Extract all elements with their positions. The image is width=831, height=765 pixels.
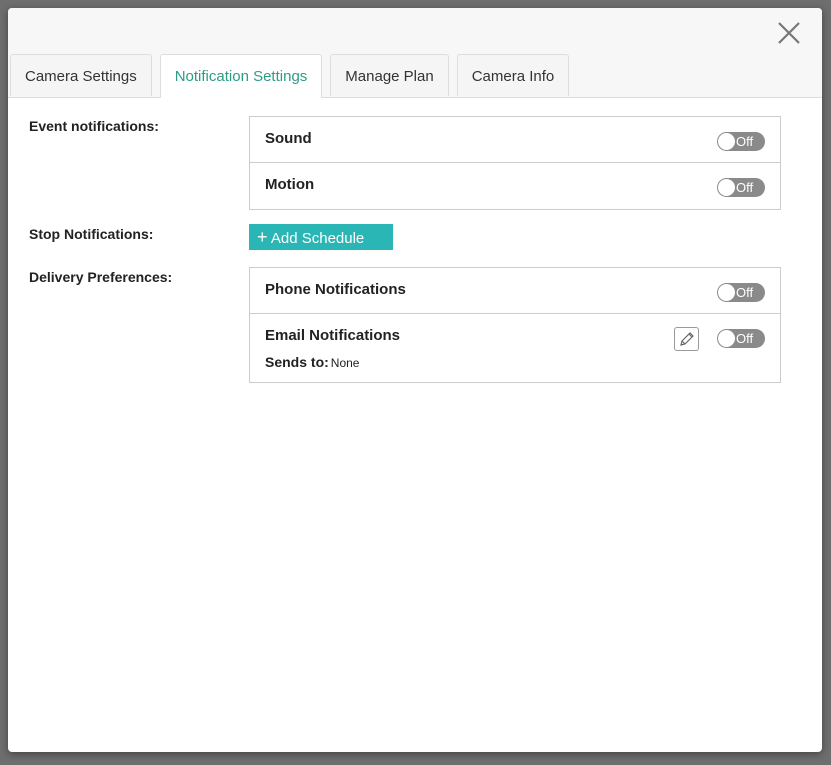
sends-to: Sends to: None <box>265 354 359 370</box>
tab-notification-settings[interactable]: Notification Settings <box>159 54 323 98</box>
sends-to-value: None <box>330 356 360 370</box>
toggle-state: Off <box>736 331 754 346</box>
sound-toggle[interactable]: Off <box>717 132 765 151</box>
tab-camera-info[interactable]: Camera Info <box>456 54 570 96</box>
delivery-preferences-label: Delivery Preferences: <box>29 269 173 285</box>
pencil-icon[interactable] <box>674 327 699 351</box>
add-schedule-label: Add Schedule <box>270 230 365 247</box>
motion-label: Motion <box>265 176 315 193</box>
motion-toggle[interactable]: Off <box>717 178 765 197</box>
phone-toggle[interactable]: Off <box>717 283 765 302</box>
toggle-state: Off <box>736 134 754 149</box>
tab-manage-plan[interactable]: Manage Plan <box>330 54 449 96</box>
phone-label: Phone Notifications <box>265 281 406 298</box>
motion-row: Motion Off <box>250 163 780 209</box>
event-notifications-panel: Sound Off Motion Off <box>249 116 781 210</box>
email-row: Email Notifications Off Sends to: None <box>250 314 780 382</box>
toggle-state: Off <box>736 285 754 300</box>
email-label: Email Notifications <box>265 327 401 344</box>
delivery-panel: Phone Notifications Off Email Notificati… <box>249 267 781 383</box>
sound-row: Sound Off <box>250 117 780 163</box>
sends-to-label: Sends to: <box>265 354 329 370</box>
sound-label: Sound <box>265 130 312 147</box>
event-notifications-label: Event notifications: <box>29 118 159 134</box>
dialog-header: Camera Settings Notification Settings Ma… <box>8 8 822 98</box>
tab-camera-settings[interactable]: Camera Settings <box>10 54 152 96</box>
close-icon[interactable] <box>776 20 802 46</box>
plus-icon: + <box>257 227 268 247</box>
phone-row: Phone Notifications Off <box>250 268 780 314</box>
email-toggle[interactable]: Off <box>717 329 765 348</box>
add-schedule-button[interactable]: + Add Schedule <box>249 224 393 250</box>
toggle-state: Off <box>736 180 754 195</box>
stop-notifications-label: Stop Notifications: <box>29 226 154 242</box>
tab-bar: Camera Settings Notification Settings Ma… <box>10 54 570 98</box>
notification-settings-dialog: Camera Settings Notification Settings Ma… <box>8 8 822 752</box>
